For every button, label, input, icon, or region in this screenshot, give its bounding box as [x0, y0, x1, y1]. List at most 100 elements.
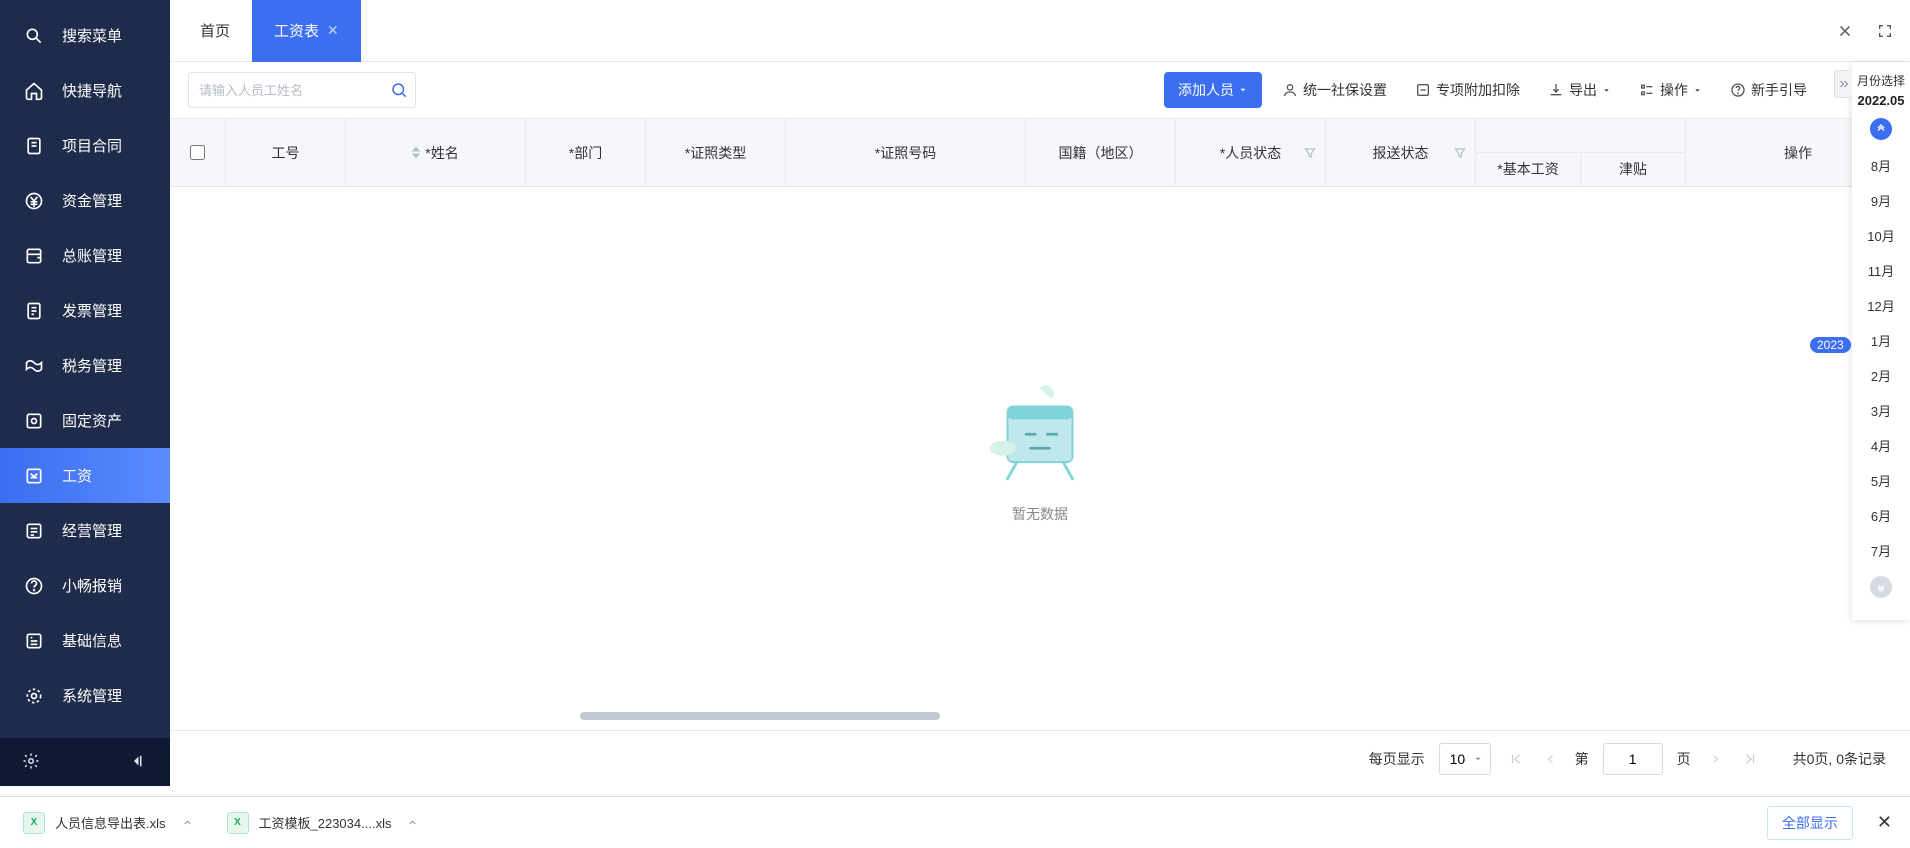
month-item[interactable]: 10月 — [1852, 218, 1910, 253]
page-summary: 共0页, 0条记录 — [1793, 749, 1886, 769]
page-suffix: 页 — [1677, 749, 1691, 769]
settings-gear-icon[interactable] — [22, 752, 42, 772]
sidebar-item-business[interactable]: 经营管理 — [0, 503, 170, 558]
next-page-icon[interactable] — [1705, 753, 1725, 765]
scroll-down-icon[interactable] — [1870, 576, 1892, 598]
month-list: 8月9月10月11月12月1月2月3月4月5月6月7月 — [1852, 148, 1910, 568]
system-icon — [22, 684, 46, 708]
download-item[interactable]: X 工资模板_223034....xls — [218, 804, 434, 842]
filter-icon[interactable] — [1453, 146, 1467, 160]
search-input[interactable] — [188, 72, 416, 108]
last-page-icon[interactable] — [1739, 752, 1761, 766]
month-item[interactable]: 3月 — [1852, 393, 1910, 428]
operate-link[interactable]: 操作 — [1631, 72, 1710, 108]
export-link[interactable]: 导出 — [1540, 72, 1619, 108]
link-label: 新手引导 — [1751, 80, 1807, 100]
sidebar-item-ledger[interactable]: 总账管理 — [0, 228, 170, 283]
scroll-up-icon[interactable] — [1870, 118, 1892, 140]
sidebar-item-funds[interactable]: 资金管理 — [0, 173, 170, 228]
fullscreen-icon[interactable] — [1868, 14, 1902, 48]
month-panel-title: 月份选择 — [1852, 72, 1910, 89]
scrollbar-thumb[interactable] — [580, 712, 940, 720]
month-item[interactable]: 8月 — [1852, 148, 1910, 183]
sidebar-item-label: 经营管理 — [62, 520, 122, 541]
sidebar-item-reimburse[interactable]: 小畅报销 — [0, 558, 170, 613]
sidebar-item-quick-nav[interactable]: 快捷导航 — [0, 63, 170, 118]
button-label: 添加人员 — [1178, 80, 1234, 100]
tab-salary-sheet[interactable]: 工资表 ✕ — [252, 0, 361, 62]
sidebar-item-salary[interactable]: 工资 — [0, 448, 170, 503]
horizontal-scrollbar[interactable] — [580, 712, 1180, 720]
sort-icon[interactable] — [412, 146, 420, 159]
th-cert-no[interactable]: *证照号码 — [786, 119, 1026, 186]
download-filename: 工资模板_223034....xls — [259, 813, 392, 832]
sidebar-item-search-menu[interactable]: 搜索菜单 — [0, 8, 170, 63]
sidebar-item-label: 项目合同 — [62, 135, 122, 156]
th-id[interactable]: 工号 — [226, 119, 346, 186]
chevron-down-icon — [1693, 86, 1702, 95]
prev-page-icon[interactable] — [1541, 753, 1561, 765]
collapse-sidebar-icon[interactable] — [128, 752, 148, 772]
link-label: 统一社保设置 — [1303, 80, 1387, 100]
th-nation[interactable]: 国籍（地区） — [1026, 119, 1176, 186]
month-item[interactable]: 9月 — [1852, 183, 1910, 218]
link-label: 专项附加扣除 — [1436, 80, 1520, 100]
th-allowance[interactable]: 津贴 — [1581, 153, 1685, 187]
deduction-icon — [1415, 82, 1431, 98]
close-all-tabs-icon[interactable] — [1828, 14, 1862, 48]
year-badge: 2023 — [1810, 337, 1851, 353]
ledger-icon — [22, 244, 46, 268]
th-dept[interactable]: *部门 — [526, 119, 646, 186]
special-deduction-link[interactable]: 专项附加扣除 — [1407, 72, 1528, 108]
search-menu-icon — [22, 24, 46, 48]
search-icon[interactable] — [390, 81, 408, 99]
month-item[interactable]: 11月 — [1852, 253, 1910, 288]
th-base-salary[interactable]: *基本工资 — [1476, 153, 1581, 187]
show-all-downloads-button[interactable]: 全部显示 — [1767, 806, 1853, 840]
guide-link[interactable]: 新手引导 — [1722, 72, 1815, 108]
close-tab-icon[interactable]: ✕ — [327, 22, 339, 39]
chevron-up-icon[interactable] — [407, 817, 418, 828]
sidebar-item-tax[interactable]: 税务管理 — [0, 338, 170, 393]
sidebar-item-base-info[interactable]: 基础信息 — [0, 613, 170, 668]
th-name[interactable]: *姓名 — [346, 119, 526, 186]
per-page-select[interactable]: 10 — [1439, 743, 1491, 775]
expand-panel-icon[interactable] — [1834, 70, 1852, 98]
tab-home[interactable]: 首页 — [178, 0, 252, 62]
sidebar-item-label: 税务管理 — [62, 355, 122, 376]
sidebar-item-project-contract[interactable]: 项目合同 — [0, 118, 170, 173]
sidebar-item-system[interactable]: 系统管理 — [0, 668, 170, 723]
th-report-status[interactable]: 报送状态 — [1326, 119, 1476, 186]
close-downloads-bar-icon[interactable]: ✕ — [1873, 808, 1896, 837]
home-icon — [22, 79, 46, 103]
sidebar-item-fixed-assets[interactable]: 固定资产 — [0, 393, 170, 448]
download-filename: 人员信息导出表.xls — [55, 813, 166, 832]
month-item[interactable]: 6月 — [1852, 498, 1910, 533]
month-item[interactable]: 7月 — [1852, 533, 1910, 568]
add-person-button[interactable]: 添加人员 — [1164, 72, 1262, 108]
sidebar-item-label: 固定资产 — [62, 410, 122, 431]
filter-icon[interactable] — [1303, 146, 1317, 160]
chevron-up-icon[interactable] — [182, 817, 193, 828]
month-item[interactable]: 12月 — [1852, 288, 1910, 323]
month-item[interactable]: 5月 — [1852, 463, 1910, 498]
th-person-status[interactable]: *人员状态 — [1176, 119, 1326, 186]
sidebar-item-label: 总账管理 — [62, 245, 122, 266]
th-cert-type[interactable]: *证照类型 — [646, 119, 786, 186]
social-settings-link[interactable]: 统一社保设置 — [1274, 72, 1395, 108]
user-icon — [1282, 82, 1298, 98]
sidebar-item-label: 系统管理 — [62, 685, 122, 706]
download-item[interactable]: X 人员信息导出表.xls — [14, 804, 208, 842]
page-input[interactable] — [1603, 743, 1663, 775]
search-box — [188, 72, 416, 108]
month-item[interactable]: 4月 — [1852, 428, 1910, 463]
toolbar: 添加人员 统一社保设置 专项附加扣除 导出 操作 新手引导 刷新 — [170, 62, 1910, 118]
sidebar-item-invoice[interactable]: 发票管理 — [0, 283, 170, 338]
sidebar-item-label: 工资 — [62, 465, 92, 486]
help-icon — [1730, 82, 1746, 98]
th-checkbox — [170, 119, 226, 186]
month-item[interactable]: 1月 — [1852, 323, 1910, 358]
month-item[interactable]: 2月 — [1852, 358, 1910, 393]
first-page-icon[interactable] — [1505, 752, 1527, 766]
select-all-checkbox[interactable] — [190, 145, 205, 160]
